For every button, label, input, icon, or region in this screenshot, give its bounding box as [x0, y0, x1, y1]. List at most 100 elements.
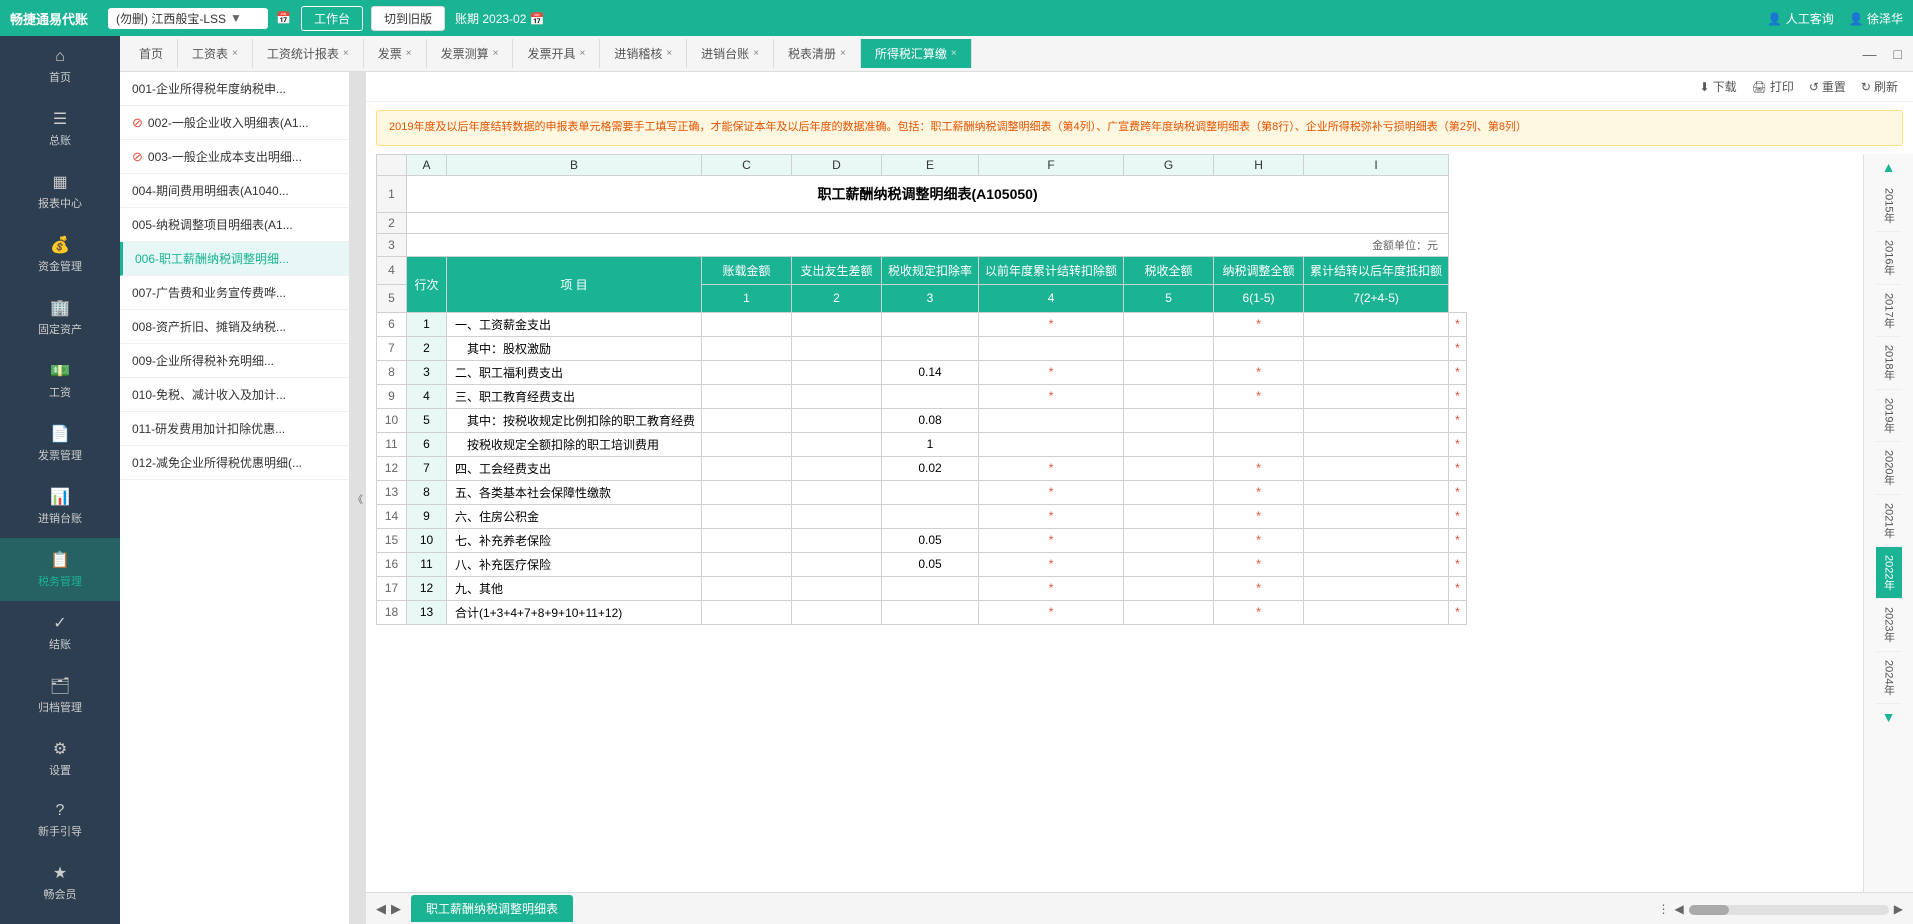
tab-income-tax[interactable]: 所得税汇算缴 ×	[861, 39, 972, 68]
switch-button[interactable]: 切到旧版	[371, 6, 445, 31]
tab-invoice-open[interactable]: 发票开具 ×	[513, 39, 600, 68]
year-nav-2022[interactable]: 2022年	[1876, 547, 1902, 599]
tab-invoice[interactable]: 发票 ×	[364, 39, 427, 68]
calendar-icon[interactable]: 📅	[276, 11, 291, 25]
tab-payroll-close[interactable]: ×	[232, 48, 238, 59]
year-nav-2019[interactable]: 2019年	[1876, 390, 1902, 442]
next-sheet-button[interactable]: ▶	[391, 901, 401, 917]
company-name: (勿删) 江西般宝-LSS	[116, 10, 226, 27]
year-nav-down-button[interactable]: ▼	[1877, 704, 1901, 730]
tab-payroll-stats[interactable]: 工资统计报表 ×	[253, 39, 364, 68]
workspace-button[interactable]: 工作台	[301, 6, 363, 31]
sidebar-item-fixed-assets[interactable]: 🏢 固定资产	[0, 286, 120, 349]
spreadsheet-area[interactable]: A B C D E F G H I	[366, 154, 1863, 892]
collapse-panel-button[interactable]: 《	[350, 72, 366, 924]
year-nav-2018[interactable]: 2018年	[1876, 337, 1902, 389]
reset-button[interactable]: ↺ 重置	[1809, 78, 1846, 95]
refresh-button[interactable]: ↻ 刷新	[1861, 78, 1898, 95]
period-label: 账期 2023-02 📅	[455, 10, 545, 27]
tab-inout-ledger[interactable]: 进销台账 ×	[687, 39, 774, 68]
tab-inout-verify[interactable]: 进销稽核 ×	[600, 39, 687, 68]
form-item-009-label: 009-企业所得税补充明细...	[132, 352, 274, 369]
tab-tax-clearance[interactable]: 税表清册 ×	[774, 39, 861, 68]
sidebar-item-invoice-mgmt[interactable]: 📄 发票管理	[0, 412, 120, 475]
sidebar-item-payroll[interactable]: 💵 工资	[0, 349, 120, 412]
tab-maximize-icon[interactable]: □	[1888, 43, 1908, 65]
header-c1: 账载金额	[702, 256, 792, 284]
table-row: 16 11 八、补充医疗保险 0.05 * *	[377, 552, 1467, 576]
scrollbar-thumb	[1689, 905, 1729, 915]
header-row-1: 4 行次 项 目 账载金额 支出友生差额 税收规定扣除率 以前年度累计结转扣除额…	[377, 256, 1467, 284]
sheet-options-icon[interactable]: ⋮	[1658, 902, 1670, 916]
sidebar-item-tax-mgmt[interactable]: 📋 税务管理	[0, 538, 120, 601]
form-item-010-label: 010-免税、减计收入及加计...	[132, 386, 286, 403]
print-button[interactable]: 🖨 打印	[1752, 78, 1794, 95]
sidebar-item-general-ledger[interactable]: ☰ 总账	[0, 97, 120, 160]
tab-invoice-close[interactable]: ×	[406, 48, 412, 59]
table-row: 13 8 五、各类基本社会保障性缴款 * *	[377, 480, 1467, 504]
tab-minimize-icon[interactable]: —	[1857, 43, 1883, 65]
prev-sheet-button[interactable]: ◀	[376, 901, 386, 917]
year-nav-2023[interactable]: 2023年	[1876, 599, 1902, 651]
horizontal-scrollbar[interactable]	[1689, 905, 1889, 915]
scroll-right-icon[interactable]: ▶	[1894, 902, 1903, 916]
sidebar-item-guide[interactable]: ? 新手引导	[0, 790, 120, 851]
form-item-011[interactable]: 011-研发费用加计扣除优惠...	[120, 412, 349, 446]
form-item-010[interactable]: 010-免税、减计收入及加计...	[120, 378, 349, 412]
form-item-002[interactable]: ⊘ 002-一般企业收入明细表(A1...	[120, 106, 349, 140]
tab-payroll[interactable]: 工资表 ×	[178, 39, 253, 68]
tab-home[interactable]: 首页	[125, 39, 178, 68]
tab-inout-verify-close[interactable]: ×	[666, 48, 672, 59]
form-item-012[interactable]: 012-减免企业所得税优惠明细(...	[120, 446, 349, 480]
sidebar-item-asset-mgmt[interactable]: 💰 资金管理	[0, 223, 120, 286]
tab-income-tax-close[interactable]: ×	[951, 48, 957, 59]
form-item-005[interactable]: 005-纳税调整项目明细表(A1...	[120, 208, 349, 242]
sidebar-item-settings[interactable]: ⚙ 设置	[0, 727, 120, 790]
form-item-002-label: 002-一般企业收入明细表(A1...	[148, 114, 309, 131]
form-item-008[interactable]: 008-资产折旧、摊销及纳税...	[120, 310, 349, 344]
tab-invoice-calc[interactable]: 发票测算 ×	[427, 39, 514, 68]
form-item-003[interactable]: ⊘ 003-一般企业成本支出明细...	[120, 140, 349, 174]
cancel-fixed-button[interactable]: 📌 取消固定	[0, 914, 120, 924]
year-nav-2020[interactable]: 2020年	[1876, 442, 1902, 494]
tab-tax-clearance-close[interactable]: ×	[840, 48, 846, 59]
col-h: H	[1214, 154, 1304, 175]
sidebar-item-archive[interactable]: 🗂 归档管理	[0, 664, 120, 727]
company-selector[interactable]: (勿删) 江西般宝-LSS ▼	[108, 8, 268, 29]
year-nav-2024[interactable]: 2024年	[1876, 652, 1902, 704]
payroll-icon: 💵	[50, 361, 70, 381]
sidebar-item-member[interactable]: ★ 畅会员	[0, 851, 120, 914]
sidebar-item-settlement[interactable]: ✓ 结账	[0, 601, 120, 664]
scroll-left-icon[interactable]: ◀	[1675, 902, 1684, 916]
tab-inout-ledger-close[interactable]: ×	[753, 48, 759, 59]
tab-invoice-label: 发票	[378, 45, 402, 62]
tab-invoice-open-close[interactable]: ×	[579, 48, 585, 59]
year-nav: ▲ 2015年 2016年 2017年 2018年 2019年 2020年 20…	[1863, 154, 1913, 892]
form-item-009[interactable]: 009-企业所得税补充明细...	[120, 344, 349, 378]
year-nav-2015[interactable]: 2015年	[1876, 180, 1902, 232]
subheader-c6-num: 6(1-5)	[1214, 284, 1304, 312]
download-button[interactable]: ⬇ 下载	[1700, 78, 1737, 95]
tab-payroll-stats-close[interactable]: ×	[343, 48, 349, 59]
tab-invoice-calc-close[interactable]: ×	[493, 48, 499, 59]
user-avatar[interactable]: 👤 徐泽华	[1849, 10, 1903, 27]
year-nav-2017[interactable]: 2017年	[1876, 285, 1902, 337]
sidebar-label-settlement: 结账	[49, 636, 71, 652]
form-item-004[interactable]: 004-期间费用明细表(A1040...	[120, 174, 349, 208]
form-item-007[interactable]: 007-广告费和业务宣传费哗...	[120, 276, 349, 310]
form-item-006[interactable]: 006-职工薪酬纳税调整明细...	[120, 242, 349, 276]
form-item-001[interactable]: 001-企业所得税年度纳税申...	[120, 72, 349, 106]
year-nav-2021[interactable]: 2021年	[1876, 495, 1902, 547]
subheader-c3-num: 3	[882, 284, 979, 312]
year-nav-2016[interactable]: 2016年	[1876, 232, 1902, 284]
col-letters-row: A B C D E F G H I	[377, 154, 1467, 175]
sheet-tab-payroll-adjust[interactable]: 职工薪酬纳税调整明细表	[411, 895, 573, 922]
sidebar-item-home[interactable]: ⌂ 首页	[0, 36, 120, 97]
table-row: 6 1 一、工资薪金支出 * *	[377, 312, 1467, 336]
sidebar-item-report-center[interactable]: ▦ 报表中心	[0, 160, 120, 223]
year-nav-up-button[interactable]: ▲	[1877, 154, 1901, 180]
sidebar-item-inout-ledger[interactable]: 📊 进销台账	[0, 475, 120, 538]
customer-service[interactable]: 👤 人工客询	[1767, 10, 1833, 27]
invoice-icon: 📄	[50, 424, 70, 444]
tab-inout-verify-label: 进销稽核	[614, 45, 662, 62]
